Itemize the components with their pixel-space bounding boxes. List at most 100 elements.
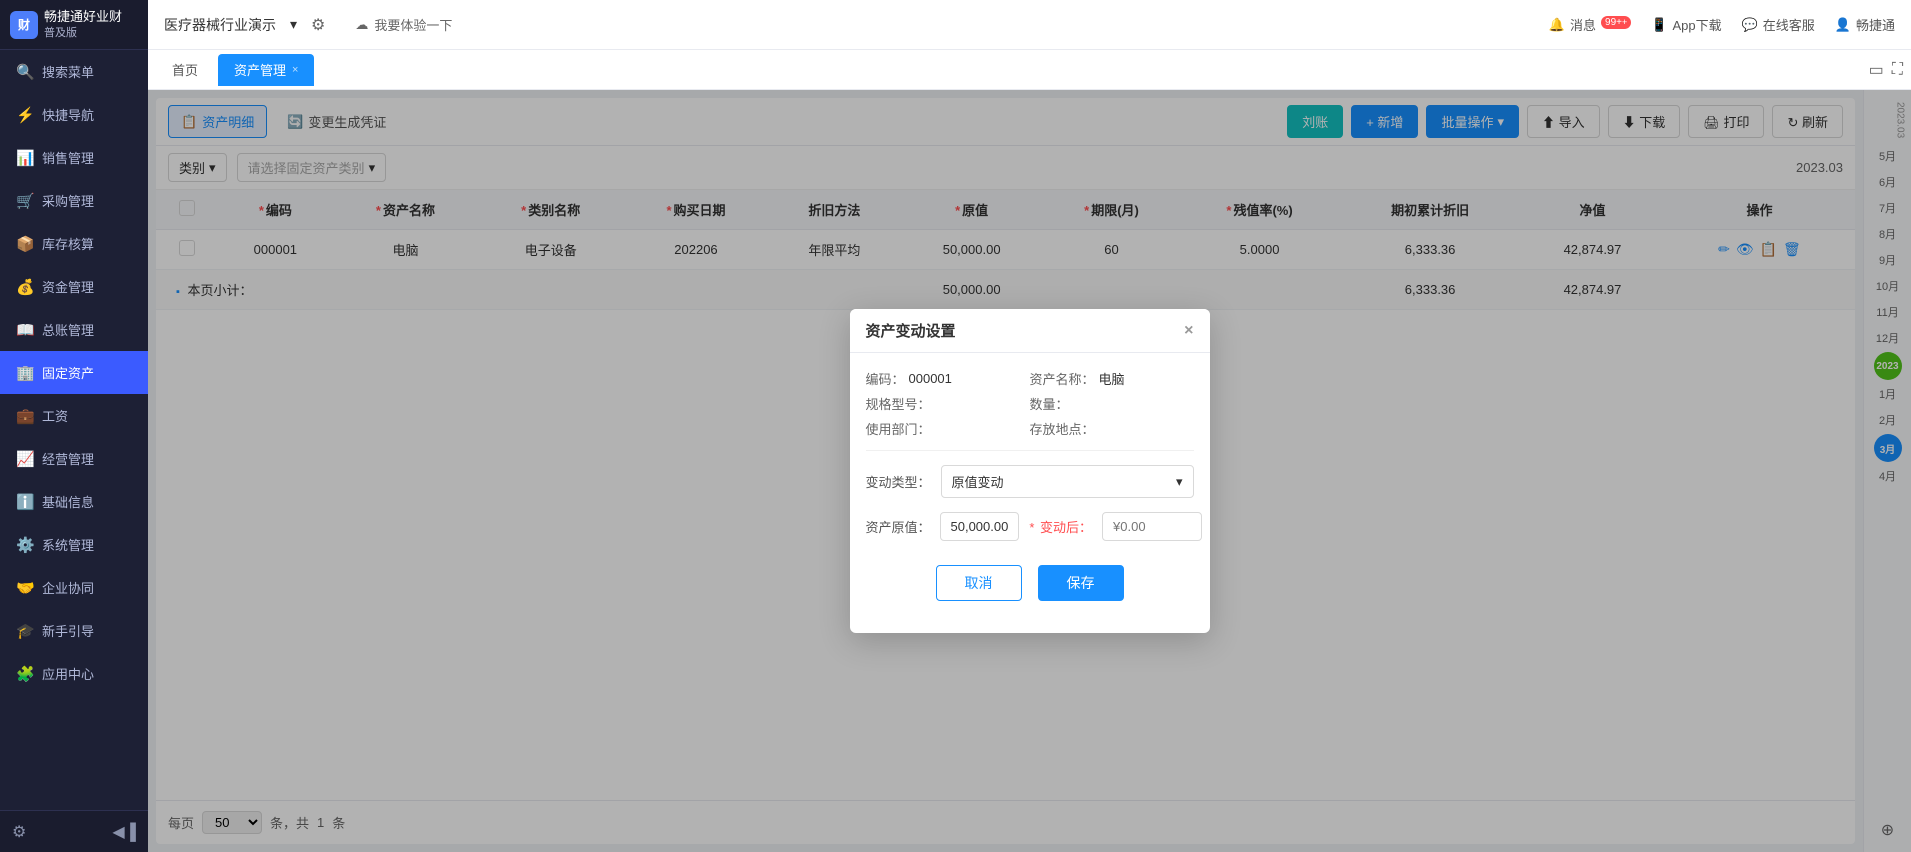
tab-close-icon[interactable]: × (292, 64, 298, 76)
sidebar-item-inventory[interactable]: 📦 库存核算 (0, 222, 148, 265)
bell-icon: 🔔 (1549, 17, 1565, 33)
service-icon: 💬 (1742, 17, 1758, 33)
sidebar-item-basic[interactable]: ℹ️ 基础信息 (0, 480, 148, 523)
sidebar: 财 畅捷通好业财 普及版 🔍 搜索菜单 ⚡ 快捷导航 📊 销售管理 🛒 采购管理… (0, 0, 148, 852)
sidebar-item-search[interactable]: 🔍 搜索菜单 (0, 50, 148, 93)
tab-home-label: 首页 (172, 60, 198, 79)
dialog-footer: 取消 保存 (866, 555, 1194, 617)
avatar: 👤 (1835, 17, 1851, 33)
settings-icon[interactable]: ⚙ (12, 822, 26, 842)
tab-minimize-icon[interactable]: ▭ (1869, 60, 1884, 80)
asset-name-label: 资产名称： (1030, 369, 1095, 388)
experience-area: ☁ 我要体验一下 (355, 15, 452, 34)
inventory-icon: 📦 (16, 235, 34, 253)
change-type-select[interactable]: 原值变动 ▾ (941, 465, 1194, 498)
customer-service-label: 在线客服 (1763, 15, 1815, 34)
location-label: 存放地点： (1030, 419, 1095, 438)
company-dropdown[interactable]: ▾ (290, 16, 297, 33)
dialog-close-button[interactable]: × (1184, 322, 1193, 340)
sidebar-item-guide[interactable]: 🎓 新手引导 (0, 609, 148, 652)
tabs-bar: 首页 资产管理 × ▭ ⛶ (148, 50, 1911, 90)
notifications-btn[interactable]: 🔔 消息 99++ (1549, 15, 1631, 34)
change-type-label: 变动类型： (866, 472, 931, 491)
sidebar-item-apps[interactable]: 🧩 应用中心 (0, 652, 148, 695)
sidebar-item-operation[interactable]: 📈 经营管理 (0, 437, 148, 480)
tab-expand-icon[interactable]: ⛶ (1892, 61, 1903, 79)
dialog-header: 资产变动设置 × (850, 309, 1210, 353)
sidebar-logo: 财 畅捷通好业财 普及版 (0, 0, 148, 50)
basic-icon: ℹ️ (16, 493, 34, 511)
experience-label[interactable]: 我要体验一下 (374, 15, 452, 34)
dialog-form: 变动类型： 原值变动 ▾ 资产原值： 50,000.00 (866, 465, 1194, 541)
sidebar-item-purchase[interactable]: 🛒 采购管理 (0, 179, 148, 222)
main-area: 医疗器械行业演示 ▾ ⚙ ☁ 我要体验一下 🔔 消息 99++ 📱 App下载 … (148, 0, 1911, 852)
sidebar-item-sales[interactable]: 📊 销售管理 (0, 136, 148, 179)
dialog-code-field: 编码： 000001 (866, 369, 1030, 388)
dept-label: 使用部门： (866, 419, 931, 438)
change-type-value: 原值变动 (952, 472, 1004, 491)
sidebar-item-system[interactable]: ⚙️ 系统管理 (0, 523, 148, 566)
capital-icon: 💰 (16, 278, 34, 296)
quantity-label: 数量： (1030, 394, 1069, 413)
sidebar-item-ledger[interactable]: 📖 总账管理 (0, 308, 148, 351)
salary-icon: 💼 (16, 407, 34, 425)
spec-label: 规格型号： (866, 394, 931, 413)
settings-gear-icon[interactable]: ⚙ (311, 15, 325, 35)
username-label: 畅捷通 (1856, 15, 1895, 34)
code-label: 编码： (866, 369, 905, 388)
customer-service-btn[interactable]: 💬 在线客服 (1742, 15, 1815, 34)
original-value-label: 资产原值： (866, 517, 930, 536)
change-dialog: 资产变动设置 × 编码： 000001 资产名称： 电脑 (850, 309, 1210, 633)
cloud-icon: ☁ (355, 17, 368, 33)
sidebar-item-fixed[interactable]: 🏢 固定资产 (0, 351, 148, 394)
app-download-btn[interactable]: 📱 App下载 (1651, 15, 1721, 34)
dialog-quantity-field: 数量： (1030, 394, 1194, 413)
dialog-title: 资产变动设置 (866, 320, 956, 341)
topbar: 医疗器械行业演示 ▾ ⚙ ☁ 我要体验一下 🔔 消息 99++ 📱 App下载 … (148, 0, 1911, 50)
modal-overlay: 资产变动设置 × 编码： 000001 资产名称： 电脑 (148, 90, 1911, 852)
enterprise-icon: 🤝 (16, 579, 34, 597)
original-value-row: 资产原值： 50,000.00 * 变动后： (866, 512, 1194, 541)
tabs-right-controls: ▭ ⛶ (1869, 60, 1903, 80)
company-name: 医疗器械行业演示 (164, 15, 276, 35)
change-type-dropdown-icon: ▾ (1176, 474, 1183, 490)
user-avatar[interactable]: 👤 畅捷通 (1835, 15, 1895, 34)
dialog-spec-field: 规格型号： (866, 394, 1030, 413)
original-value-display: 50,000.00 (940, 512, 1020, 541)
dialog-body: 编码： 000001 资产名称： 电脑 规格型号： 数量： (850, 353, 1210, 633)
notifications-label: 消息 (1570, 15, 1596, 34)
dialog-name-field: 资产名称： 电脑 (1030, 369, 1194, 388)
sidebar-bottom: ⚙ ◀▐ (0, 810, 148, 852)
tab-asset-management[interactable]: 资产管理 × (218, 54, 314, 86)
change-type-row: 变动类型： 原值变动 ▾ (866, 465, 1194, 498)
code-value: 000001 (909, 371, 952, 386)
quicknav-icon: ⚡ (16, 106, 34, 124)
sales-icon: 📊 (16, 149, 34, 167)
asset-name-value: 电脑 (1099, 369, 1125, 388)
save-button[interactable]: 保存 (1038, 565, 1124, 601)
after-required-label: * 变动后： (1029, 517, 1092, 536)
after-value-input[interactable] (1102, 512, 1202, 541)
original-value-text: 50,000.00 (951, 519, 1009, 534)
sidebar-item-quicknav[interactable]: ⚡ 快捷导航 (0, 93, 148, 136)
collapse-icon[interactable]: ◀▐ (112, 822, 136, 842)
app-download-label: App下载 (1672, 15, 1721, 34)
dialog-info-grid: 编码： 000001 资产名称： 电脑 规格型号： 数量： (866, 369, 1194, 451)
purchase-icon: 🛒 (16, 192, 34, 210)
fixed-icon: 🏢 (16, 364, 34, 382)
cancel-button[interactable]: 取消 (936, 565, 1022, 601)
system-icon: ⚙️ (16, 536, 34, 554)
content-area: 📋 资产明细 🔄 变更生成凭证 刘账 + 新增 批量操作 ▾ ⬆ (148, 90, 1911, 852)
logo-text: 畅捷通好业财 普及版 (44, 9, 122, 41)
sidebar-item-salary[interactable]: 💼 工资 (0, 394, 148, 437)
guide-icon: 🎓 (16, 622, 34, 640)
sidebar-item-enterprise[interactable]: 🤝 企业协同 (0, 566, 148, 609)
sidebar-item-capital[interactable]: 💰 资金管理 (0, 265, 148, 308)
tab-home[interactable]: 首页 (156, 54, 214, 86)
topbar-right: 🔔 消息 99++ 📱 App下载 💬 在线客服 👤 畅捷通 (1549, 15, 1895, 34)
ledger-icon: 📖 (16, 321, 34, 339)
download-icon: 📱 (1651, 17, 1667, 33)
logo-icon: 财 (10, 11, 38, 39)
dialog-location-field: 存放地点： (1030, 419, 1194, 438)
tab-asset-label: 资产管理 (234, 60, 286, 79)
